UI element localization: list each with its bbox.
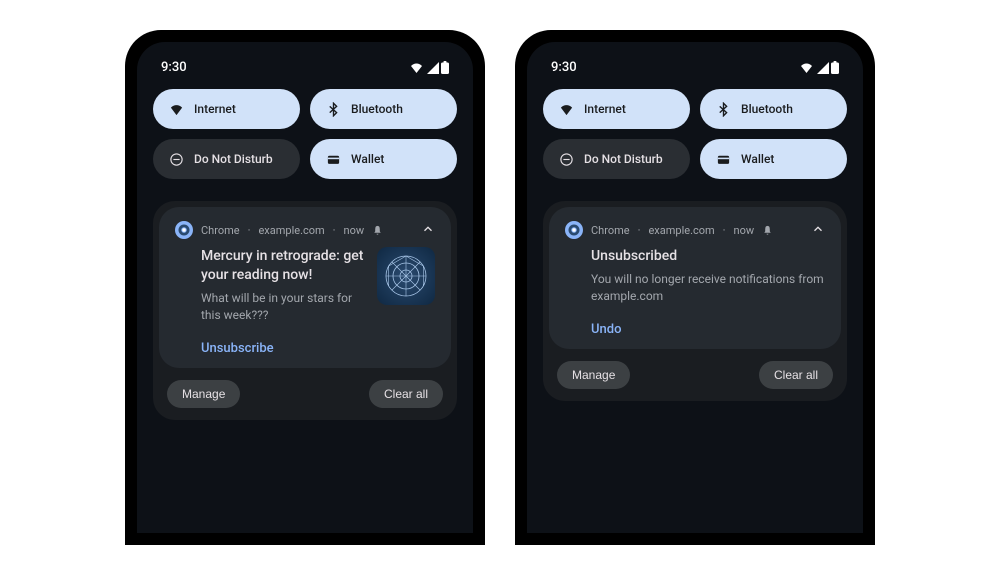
phone-mockup-right: 9:30 Internet Bluetooth Do Not Disturb bbox=[515, 30, 875, 545]
qs-tile-wallet[interactable]: Wallet bbox=[310, 139, 457, 179]
status-bar: 9:30 bbox=[543, 58, 847, 89]
battery-icon bbox=[831, 61, 839, 74]
chevron-up-icon bbox=[811, 222, 825, 236]
notification-text: Mercury in retrograde: get your reading … bbox=[175, 247, 365, 323]
shade-actions: Manage Clear all bbox=[549, 349, 841, 395]
notification-thumbnail bbox=[377, 247, 435, 305]
quick-settings-row-2: Do Not Disturb Wallet bbox=[153, 139, 457, 179]
phone-mockup-left: 9:30 Internet Bluetooth Do Not Disturb bbox=[125, 30, 485, 545]
status-time: 9:30 bbox=[161, 60, 187, 75]
notification-card[interactable]: Chrome · example.com · now Unsubscribed … bbox=[549, 207, 841, 349]
collapse-button[interactable] bbox=[811, 222, 825, 239]
notification-area: Chrome · example.com · now Unsubscribed … bbox=[543, 201, 847, 401]
qs-tile-internet[interactable]: Internet bbox=[153, 89, 300, 129]
chrome-icon bbox=[565, 221, 583, 239]
qs-label: Internet bbox=[194, 102, 236, 116]
bluetooth-icon bbox=[716, 102, 731, 117]
clear-all-button[interactable]: Clear all bbox=[369, 380, 443, 408]
qs-label: Do Not Disturb bbox=[194, 152, 273, 166]
qs-tile-bluetooth[interactable]: Bluetooth bbox=[700, 89, 847, 129]
notif-source: example.com bbox=[258, 224, 324, 237]
shade-actions: Manage Clear all bbox=[159, 368, 451, 414]
dnd-icon bbox=[559, 152, 574, 167]
quick-settings-row-2: Do Not Disturb Wallet bbox=[543, 139, 847, 179]
notification-area: Chrome · example.com · now Mercury in re… bbox=[153, 201, 457, 420]
qs-label: Bluetooth bbox=[351, 102, 403, 116]
notification-title: Mercury in retrograde: get your reading … bbox=[201, 247, 365, 285]
qs-tile-wallet[interactable]: Wallet bbox=[700, 139, 847, 179]
collapse-button[interactable] bbox=[421, 222, 435, 239]
status-bar: 9:30 bbox=[153, 58, 457, 89]
screen: 9:30 Internet Bluetooth Do Not Disturb bbox=[137, 42, 473, 533]
notification-header: Chrome · example.com · now bbox=[175, 221, 435, 239]
notification-actions: Unsubscribe bbox=[175, 337, 435, 356]
qs-tile-dnd[interactable]: Do Not Disturb bbox=[543, 139, 690, 179]
notification-description: You will no longer receive notifications… bbox=[591, 271, 825, 305]
wifi-icon bbox=[559, 102, 574, 117]
qs-label: Wallet bbox=[351, 152, 384, 166]
clear-all-button[interactable]: Clear all bbox=[759, 361, 833, 389]
bell-icon bbox=[762, 225, 773, 236]
notification-body: Mercury in retrograde: get your reading … bbox=[175, 247, 435, 323]
notif-time: now bbox=[344, 224, 365, 237]
quick-settings-row-1: Internet Bluetooth bbox=[153, 89, 457, 129]
notification-header: Chrome · example.com · now bbox=[565, 221, 825, 239]
qs-tile-bluetooth[interactable]: Bluetooth bbox=[310, 89, 457, 129]
signal-icon bbox=[426, 62, 439, 74]
chevron-up-icon bbox=[421, 222, 435, 236]
wallet-icon bbox=[716, 152, 731, 167]
qs-label: Wallet bbox=[741, 152, 774, 166]
qs-label: Bluetooth bbox=[741, 102, 793, 116]
zodiac-wheel-icon bbox=[382, 252, 430, 300]
notification-text: Unsubscribed You will no longer receive … bbox=[565, 247, 825, 304]
notif-time: now bbox=[734, 224, 755, 237]
wifi-icon bbox=[799, 62, 814, 74]
signal-icon bbox=[816, 62, 829, 74]
bell-icon bbox=[372, 225, 383, 236]
qs-tile-internet[interactable]: Internet bbox=[543, 89, 690, 129]
notif-source: example.com bbox=[648, 224, 714, 237]
quick-settings-row-1: Internet Bluetooth bbox=[543, 89, 847, 129]
wallet-icon bbox=[326, 152, 341, 167]
notification-title: Unsubscribed bbox=[591, 247, 825, 266]
notification-description: What will be in your stars for this week… bbox=[201, 290, 365, 324]
undo-button[interactable]: Undo bbox=[591, 322, 621, 337]
wifi-icon bbox=[169, 102, 184, 117]
qs-label: Internet bbox=[584, 102, 626, 116]
wifi-icon bbox=[409, 62, 424, 74]
screen: 9:30 Internet Bluetooth Do Not Disturb bbox=[527, 42, 863, 533]
status-icons bbox=[409, 61, 449, 74]
chrome-icon bbox=[175, 221, 193, 239]
qs-label: Do Not Disturb bbox=[584, 152, 663, 166]
status-time: 9:30 bbox=[551, 60, 577, 75]
unsubscribe-button[interactable]: Unsubscribe bbox=[201, 341, 274, 356]
notification-card[interactable]: Chrome · example.com · now Mercury in re… bbox=[159, 207, 451, 368]
manage-button[interactable]: Manage bbox=[167, 380, 240, 408]
notification-actions: Undo bbox=[565, 318, 825, 337]
notif-app-name: Chrome bbox=[201, 224, 240, 237]
status-icons bbox=[799, 61, 839, 74]
dnd-icon bbox=[169, 152, 184, 167]
bluetooth-icon bbox=[326, 102, 341, 117]
qs-tile-dnd[interactable]: Do Not Disturb bbox=[153, 139, 300, 179]
notification-body: Unsubscribed You will no longer receive … bbox=[565, 247, 825, 304]
manage-button[interactable]: Manage bbox=[557, 361, 630, 389]
notif-app-name: Chrome bbox=[591, 224, 630, 237]
battery-icon bbox=[441, 61, 449, 74]
